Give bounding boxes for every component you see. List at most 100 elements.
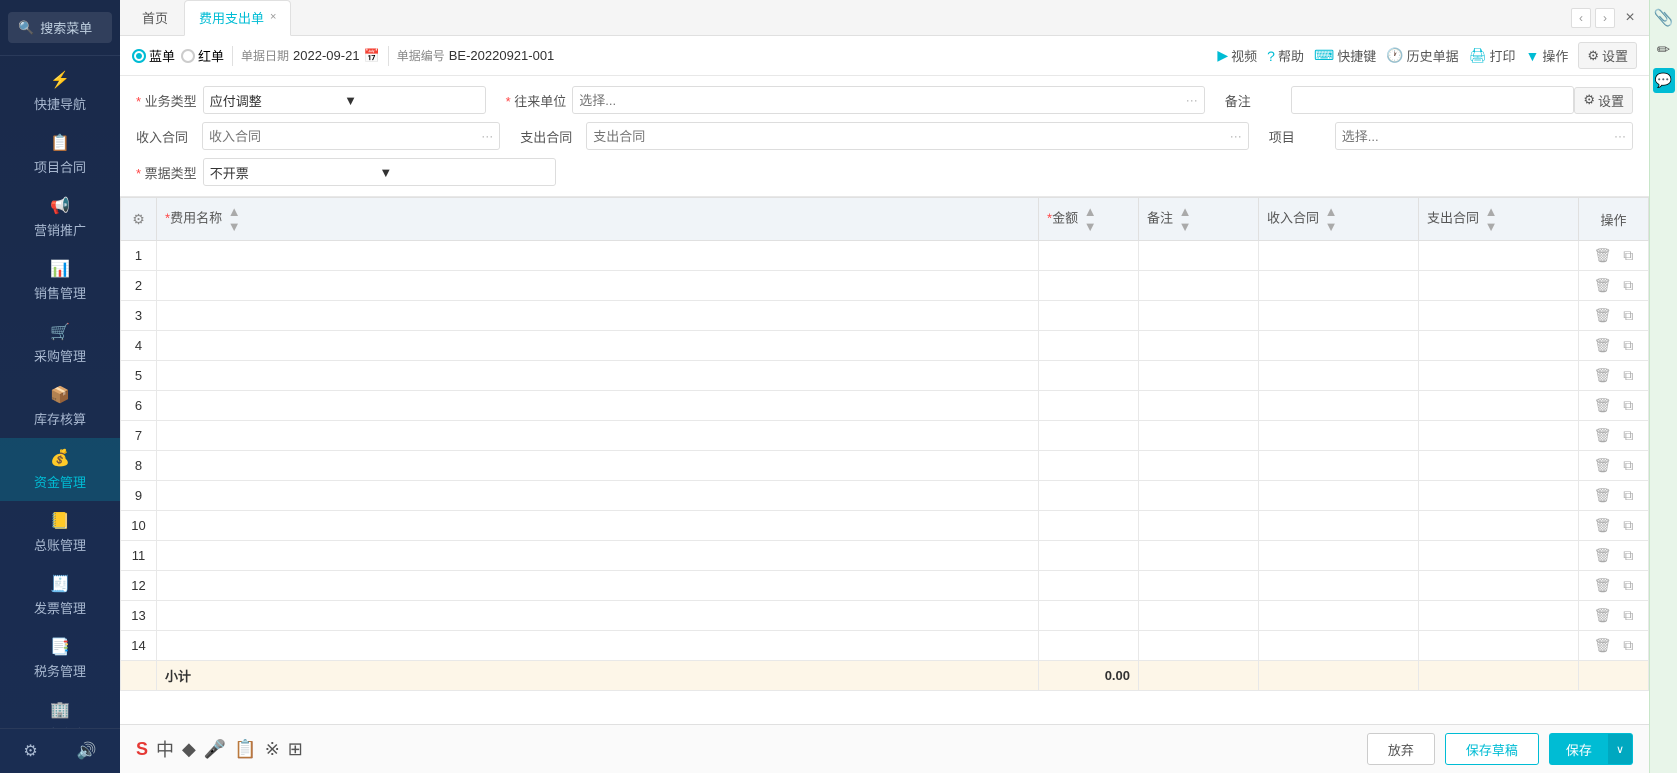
delete-row-button[interactable]: 🗑 <box>1590 455 1616 476</box>
th-settings[interactable]: ⚙ <box>121 198 157 241</box>
copy-row-button[interactable]: ⧉ <box>1619 455 1637 476</box>
income-contract-cell[interactable] <box>1259 631 1419 661</box>
expense-contract-cell[interactable] <box>1419 511 1579 541</box>
amount-cell[interactable] <box>1039 541 1139 571</box>
tab-close-icon[interactable]: × <box>270 12 276 23</box>
sidebar-item-marketing[interactable]: 📢营销推广 <box>0 186 120 249</box>
amount-cell[interactable] <box>1039 391 1139 421</box>
diamond-icon[interactable]: ◆ <box>182 739 196 760</box>
sidebar-item-tax-mgmt[interactable]: 📑税务管理 <box>0 627 120 690</box>
income-contract-cell[interactable] <box>1259 541 1419 571</box>
copy-row-button[interactable]: ⧉ <box>1619 425 1637 446</box>
save-button[interactable]: 保存 <box>1549 733 1608 765</box>
delete-row-button[interactable]: 🗑 <box>1590 275 1616 296</box>
expense-name-cell[interactable] <box>157 271 1039 301</box>
th-expense-name[interactable]: *费用名称 ▲▼ <box>157 198 1039 241</box>
project-more-icon[interactable]: ··· <box>1614 129 1626 143</box>
toolbar-action-history[interactable]: 🕐历史单据 <box>1386 46 1458 65</box>
income-contract-cell[interactable] <box>1259 451 1419 481</box>
sidebar-search-button[interactable]: 🔍 搜索菜单 <box>8 12 112 43</box>
income-contract-cell[interactable] <box>1259 601 1419 631</box>
expense-name-cell[interactable] <box>157 541 1039 571</box>
th-amount[interactable]: *金额 ▲▼ <box>1039 198 1139 241</box>
amount-cell[interactable] <box>1039 241 1139 271</box>
toolbar-action-video[interactable]: ▶视频 <box>1217 46 1257 65</box>
delete-row-button[interactable]: 🗑 <box>1590 425 1616 446</box>
income-contract-cell[interactable] <box>1259 301 1419 331</box>
copy-row-button[interactable]: ⧉ <box>1619 545 1637 566</box>
income-contract-cell[interactable] <box>1259 421 1419 451</box>
copy-row-button[interactable]: ⧉ <box>1619 575 1637 596</box>
tab-nav-next[interactable]: › <box>1595 8 1615 28</box>
expense-contract-cell[interactable] <box>1419 451 1579 481</box>
expense-contract-wrap[interactable]: ··· <box>586 122 1249 150</box>
note-cell[interactable] <box>1139 571 1259 601</box>
note-cell[interactable] <box>1139 541 1259 571</box>
settings-icon[interactable]: ⚙ <box>19 737 41 765</box>
amount-cell[interactable] <box>1039 271 1139 301</box>
window-close-button[interactable]: × <box>1619 7 1641 29</box>
expense-name-cell[interactable] <box>157 451 1039 481</box>
copy-row-button[interactable]: ⧉ <box>1619 335 1637 356</box>
edge-chat-icon[interactable]: 💬 <box>1653 68 1675 93</box>
expense-name-cell[interactable] <box>157 481 1039 511</box>
expense-name-cell[interactable] <box>157 601 1039 631</box>
sidebar-item-project-contract[interactable]: 📋项目合同 <box>0 123 120 186</box>
expense-contract-cell[interactable] <box>1419 301 1579 331</box>
expense-more-icon[interactable]: ··· <box>1230 129 1242 143</box>
delete-row-button[interactable]: 🗑 <box>1590 395 1616 416</box>
toolbar-action-print[interactable]: 🖨打印 <box>1469 46 1516 65</box>
delete-row-button[interactable]: 🗑 <box>1590 515 1616 536</box>
date-value[interactable]: 2022-09-21 <box>293 48 360 63</box>
copy-row-button[interactable]: ⧉ <box>1619 635 1637 656</box>
income-more-icon[interactable]: ··· <box>481 129 493 143</box>
delete-row-button[interactable]: 🗑 <box>1590 605 1616 626</box>
sidebar-item-fund-mgmt[interactable]: 💰资金管理 <box>0 438 120 501</box>
sound-icon[interactable]: 🔊 <box>73 737 101 765</box>
expense-contract-cell[interactable] <box>1419 481 1579 511</box>
abandon-button[interactable]: 放弃 <box>1367 733 1435 765</box>
sidebar-item-quick-nav[interactable]: ⚡快捷导航 <box>0 60 120 123</box>
symbol-icon[interactable]: ※ <box>265 739 280 760</box>
invoice-type-select[interactable]: 不开票 ▼ <box>203 158 556 186</box>
amount-cell[interactable] <box>1039 421 1139 451</box>
save-arrow-button[interactable]: ∨ <box>1608 733 1633 765</box>
note-cell[interactable] <box>1139 241 1259 271</box>
delete-row-button[interactable]: 🗑 <box>1590 335 1616 356</box>
copy-row-button[interactable]: ⧉ <box>1619 605 1637 626</box>
expense-contract-cell[interactable] <box>1419 541 1579 571</box>
delete-row-button[interactable]: 🗑 <box>1590 245 1616 266</box>
project-input[interactable] <box>1342 129 1610 144</box>
blue-radio[interactable]: 蓝单 <box>132 46 175 65</box>
expense-contract-cell[interactable] <box>1419 601 1579 631</box>
expense-contract-cell[interactable] <box>1419 391 1579 421</box>
business-type-select[interactable]: 应付调整 ▼ <box>203 86 486 114</box>
expense-name-cell[interactable] <box>157 421 1039 451</box>
amount-cell[interactable] <box>1039 361 1139 391</box>
expense-contract-cell[interactable] <box>1419 241 1579 271</box>
expense-contract-cell[interactable] <box>1419 361 1579 391</box>
delete-row-button[interactable]: 🗑 <box>1590 635 1616 656</box>
income-contract-cell[interactable] <box>1259 331 1419 361</box>
expense-contract-cell[interactable] <box>1419 331 1579 361</box>
note-cell[interactable] <box>1139 421 1259 451</box>
chinese-icon[interactable]: 中 <box>156 736 174 762</box>
expense-contract-cell[interactable] <box>1419 631 1579 661</box>
copy-row-button[interactable]: ⧉ <box>1619 515 1637 536</box>
note-cell[interactable] <box>1139 511 1259 541</box>
sidebar-item-fixed-assets[interactable]: 🏢固定资产 <box>0 690 120 728</box>
clipboard-icon[interactable]: 📋 <box>234 739 256 760</box>
th-income-contract[interactable]: 收入合同 ▲▼ <box>1259 198 1419 241</box>
expense-name-cell[interactable] <box>157 361 1039 391</box>
sidebar-item-sales-mgmt[interactable]: 📊销售管理 <box>0 249 120 312</box>
copy-row-button[interactable]: ⧉ <box>1619 395 1637 416</box>
income-contract-input[interactable] <box>209 129 477 144</box>
copy-row-button[interactable]: ⧉ <box>1619 275 1637 296</box>
edge-edit-icon[interactable]: ✏ <box>1653 36 1675 64</box>
amount-cell[interactable] <box>1039 631 1139 661</box>
delete-row-button[interactable]: 🗑 <box>1590 305 1616 326</box>
note-cell[interactable] <box>1139 601 1259 631</box>
note-cell[interactable] <box>1139 481 1259 511</box>
save-draft-button[interactable]: 保存草稿 <box>1445 733 1539 765</box>
note-cell[interactable] <box>1139 391 1259 421</box>
